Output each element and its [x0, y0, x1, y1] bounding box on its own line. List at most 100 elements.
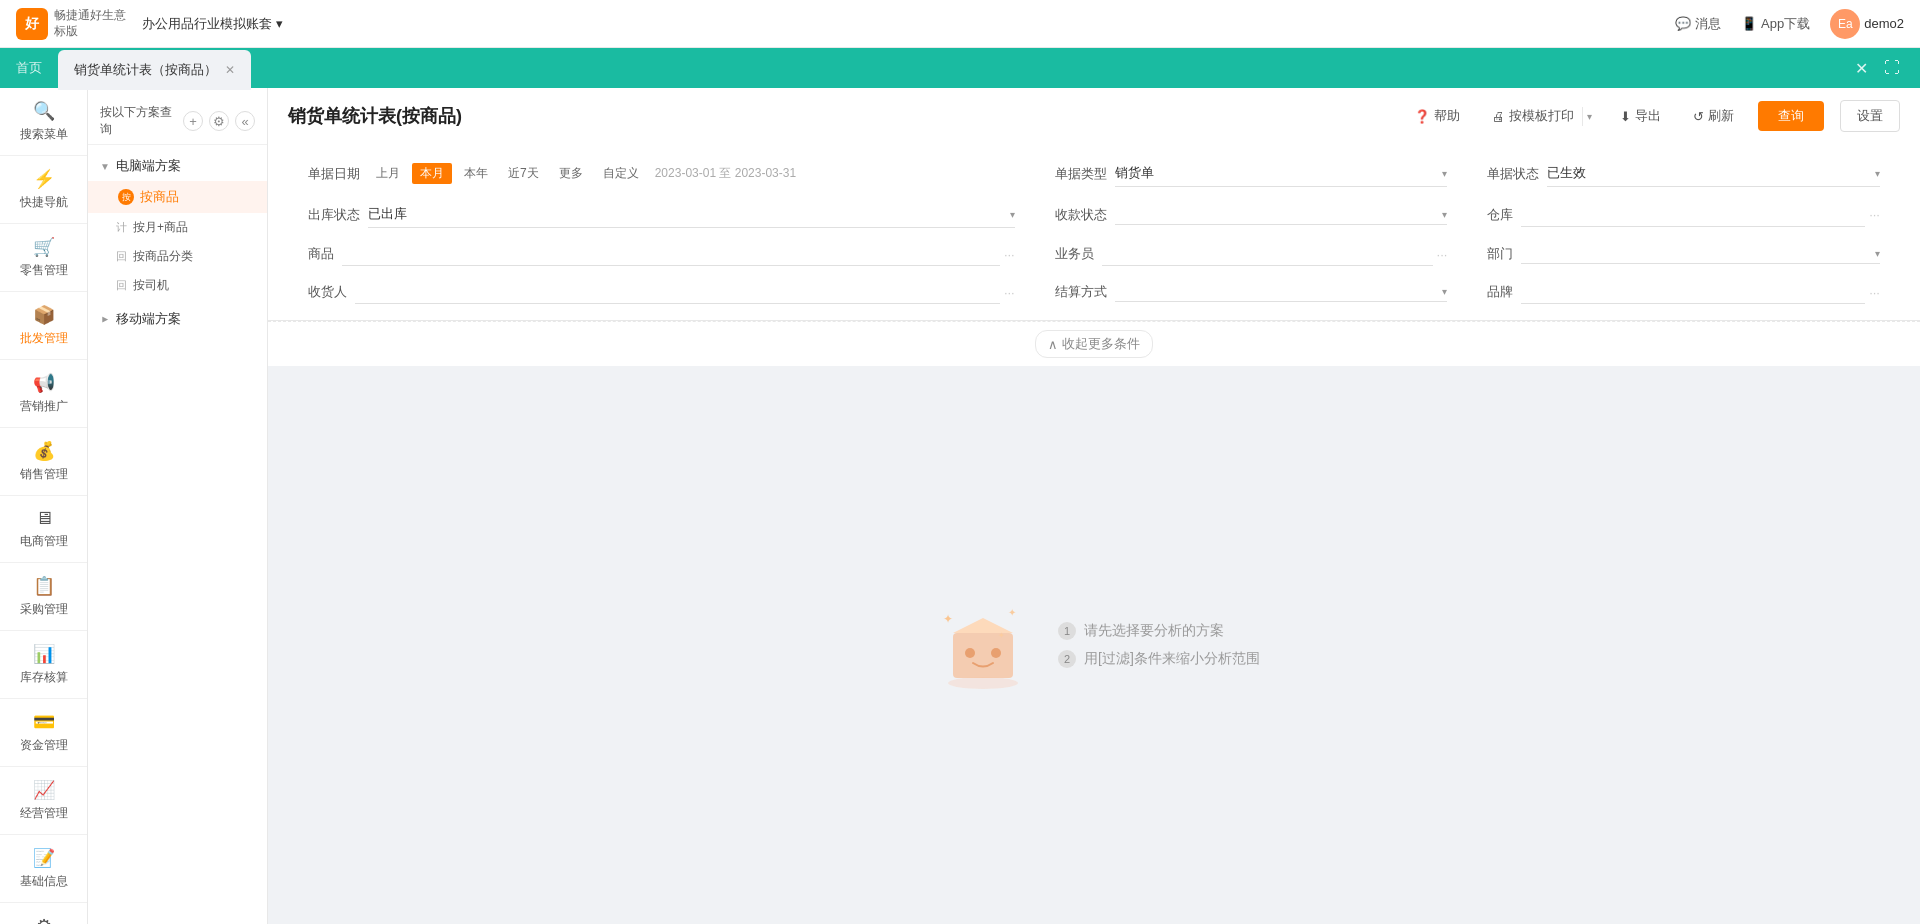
product-input[interactable]	[342, 242, 1000, 266]
megaphone-icon: 📢	[4, 372, 83, 394]
refresh-btn[interactable]: ↺ 刷新	[1685, 103, 1742, 129]
warehouse-dots-icon[interactable]: ···	[1869, 207, 1880, 222]
settings-scheme-btn[interactable]: ⚙	[209, 111, 229, 131]
logo-text: 畅捷通好生意 标版	[54, 8, 126, 39]
template-selector[interactable]: 办公用品行业模拟账套 ▾	[134, 11, 291, 37]
settlement-select[interactable]: ▾	[1115, 282, 1448, 302]
sidebar-item-wholesale[interactable]: 📦 批发管理	[0, 292, 87, 360]
page-toolbar: ❓ 帮助 🖨 按模板打印 ▾ ⬇ 导出	[1406, 100, 1900, 132]
doc-type-arrow-icon: ▾	[1442, 168, 1447, 179]
monitor-icon: 🖥	[4, 508, 83, 529]
chart-icon: 📊	[4, 643, 83, 665]
settlement-arrow-icon: ▾	[1442, 286, 1447, 297]
warehouse-out-select[interactable]: 已出库 ▾	[368, 201, 1015, 228]
sidebar-item-ecommerce[interactable]: 🖥 电商管理	[0, 496, 87, 563]
logo-area: 好 畅捷通好生意 标版	[16, 8, 126, 40]
sidebar-item-finance[interactable]: 💳 资金管理	[0, 699, 87, 767]
mobile-section-title[interactable]: ▼ 移动端方案	[88, 304, 267, 334]
tab-home[interactable]: 首页	[0, 48, 58, 88]
header-left: 好 畅捷通好生意 标版 办公用品行业模拟账套 ▾	[16, 8, 291, 40]
department-label: 部门	[1487, 245, 1513, 263]
collapse-icon: ∧	[1048, 337, 1058, 352]
warehouse-label: 仓库	[1487, 206, 1513, 224]
tip-num-2: 2	[1058, 650, 1076, 668]
department-arrow-icon: ▾	[1875, 248, 1880, 259]
salesperson-dots-icon[interactable]: ···	[1437, 247, 1448, 262]
brand-dots-icon[interactable]: ···	[1869, 285, 1880, 300]
collapse-btn[interactable]: ∧ 收起更多条件	[1035, 330, 1153, 358]
help-btn[interactable]: ❓ 帮助	[1406, 103, 1468, 129]
card-icon: 💳	[4, 711, 83, 733]
filter-receipt-status: 收款状态 ▾	[1055, 205, 1448, 225]
sidebar-item-purchase[interactable]: 📋 采购管理	[0, 563, 87, 631]
filter-warehouse: 仓库 ···	[1487, 203, 1880, 227]
receiver-dots-icon[interactable]: ···	[1004, 285, 1015, 300]
mobile-scheme-section: ▼ 移动端方案	[88, 304, 267, 334]
product-dots-icon[interactable]: ···	[1004, 247, 1015, 262]
tab-fullscreen-icon[interactable]: ⛶	[1880, 55, 1904, 81]
filter-row-3: 商品 ··· 业务员 ··· 部门	[308, 242, 1880, 266]
export-btn[interactable]: ⬇ 导出	[1612, 103, 1669, 129]
category-icon: 回	[116, 249, 127, 264]
tab-close-icon[interactable]: ✕	[225, 63, 235, 77]
collapse-panel-btn[interactable]: «	[235, 111, 255, 131]
brand-label: 品牌	[1487, 283, 1513, 301]
settings-btn[interactable]: 设置	[1840, 100, 1900, 132]
pc-section-title[interactable]: ▼ 电脑端方案	[88, 151, 267, 181]
svg-point-4	[991, 648, 1001, 658]
print-btn-group: 🖨 按模板打印 ▾	[1484, 103, 1596, 129]
scheme-by-printer[interactable]: 回 按司机	[88, 271, 267, 300]
filter-department: 部门 ▾	[1487, 244, 1880, 264]
top-header: 好 畅捷通好生意 标版 办公用品行业模拟账套 ▾ 💬 消息 📱 App下载 Ea…	[0, 0, 1920, 48]
sidebar-item-quick-nav[interactable]: ⚡ 快捷导航	[0, 156, 87, 224]
expand-arrow-icon: ▼	[100, 161, 110, 172]
receipt-status-select[interactable]: ▾	[1115, 205, 1448, 225]
filter-product: 商品 ···	[308, 242, 1015, 266]
box-icon: 📦	[4, 304, 83, 326]
sidebar-item-system[interactable]: ⚙ 系统管理	[0, 903, 87, 924]
user-action[interactable]: Ea demo2	[1830, 9, 1904, 39]
scheme-by-product[interactable]: 按 按商品	[88, 181, 267, 213]
date-tab-this-year[interactable]: 本年	[456, 163, 496, 184]
date-tab-7days[interactable]: 近7天	[500, 163, 547, 184]
sidebar-item-marketing[interactable]: 📢 营销推广	[0, 360, 87, 428]
salesperson-input[interactable]	[1102, 242, 1433, 266]
doc-type-select[interactable]: 销货单 ▾	[1115, 160, 1448, 187]
tab-sales-stat[interactable]: 销货单统计表（按商品） ✕	[58, 50, 251, 90]
message-action[interactable]: 💬 消息	[1675, 15, 1721, 33]
scheme-by-category[interactable]: 回 按商品分类	[88, 242, 267, 271]
scheme-by-month-product[interactable]: 计 按月+商品	[88, 213, 267, 242]
sidebar-item-sales[interactable]: 💰 销售管理	[0, 428, 87, 496]
receiver-input[interactable]	[355, 280, 1000, 304]
query-btn[interactable]: 查询	[1758, 101, 1824, 131]
note-icon: 📝	[4, 847, 83, 869]
print-btn[interactable]: 🖨 按模板打印	[1484, 103, 1582, 129]
export-icon: ⬇	[1620, 109, 1631, 124]
pc-scheme-section: ▼ 电脑端方案 按 按商品 计 按月+商品 回 按商品分类 回 按司机	[88, 151, 267, 300]
svg-text:✦: ✦	[943, 612, 953, 626]
clipboard-icon: 📋	[4, 575, 83, 597]
print-dropdown-btn[interactable]: ▾	[1582, 107, 1596, 126]
date-tab-last-month[interactable]: 上月	[368, 163, 408, 184]
app-download-action[interactable]: 📱 App下载	[1741, 15, 1810, 33]
message-icon: 💬	[1675, 16, 1691, 31]
sidebar-item-retail[interactable]: 🛒 零售管理	[0, 224, 87, 292]
add-scheme-btn[interactable]: +	[183, 111, 203, 131]
date-tab-custom[interactable]: 自定义	[595, 163, 647, 184]
warehouse-input[interactable]	[1521, 203, 1865, 227]
tab-close-window-icon[interactable]: ✕	[1851, 55, 1872, 82]
sidebar-item-search-menu[interactable]: 🔍 搜索菜单	[0, 88, 87, 156]
doc-status-label: 单据状态	[1487, 165, 1539, 183]
receipt-status-arrow-icon: ▾	[1442, 209, 1447, 220]
date-tab-more[interactable]: 更多	[551, 163, 591, 184]
sidebar-item-inventory[interactable]: 📊 库存核算	[0, 631, 87, 699]
department-select[interactable]: ▾	[1521, 244, 1880, 264]
doc-status-select[interactable]: 已生效 ▾	[1547, 160, 1880, 187]
date-tab-this-month[interactable]: 本月	[412, 163, 452, 184]
empty-tips: 1 请先选择要分析的方案 2 用[过滤]条件来缩小分析范围	[1058, 622, 1260, 668]
brand-input[interactable]	[1521, 280, 1865, 304]
svg-point-0	[948, 677, 1018, 689]
filter-row-4: 收货人 ··· 结算方式 ▾	[308, 280, 1880, 304]
sidebar-item-basic[interactable]: 📝 基础信息	[0, 835, 87, 903]
sidebar-item-operation[interactable]: 📈 经营管理	[0, 767, 87, 835]
